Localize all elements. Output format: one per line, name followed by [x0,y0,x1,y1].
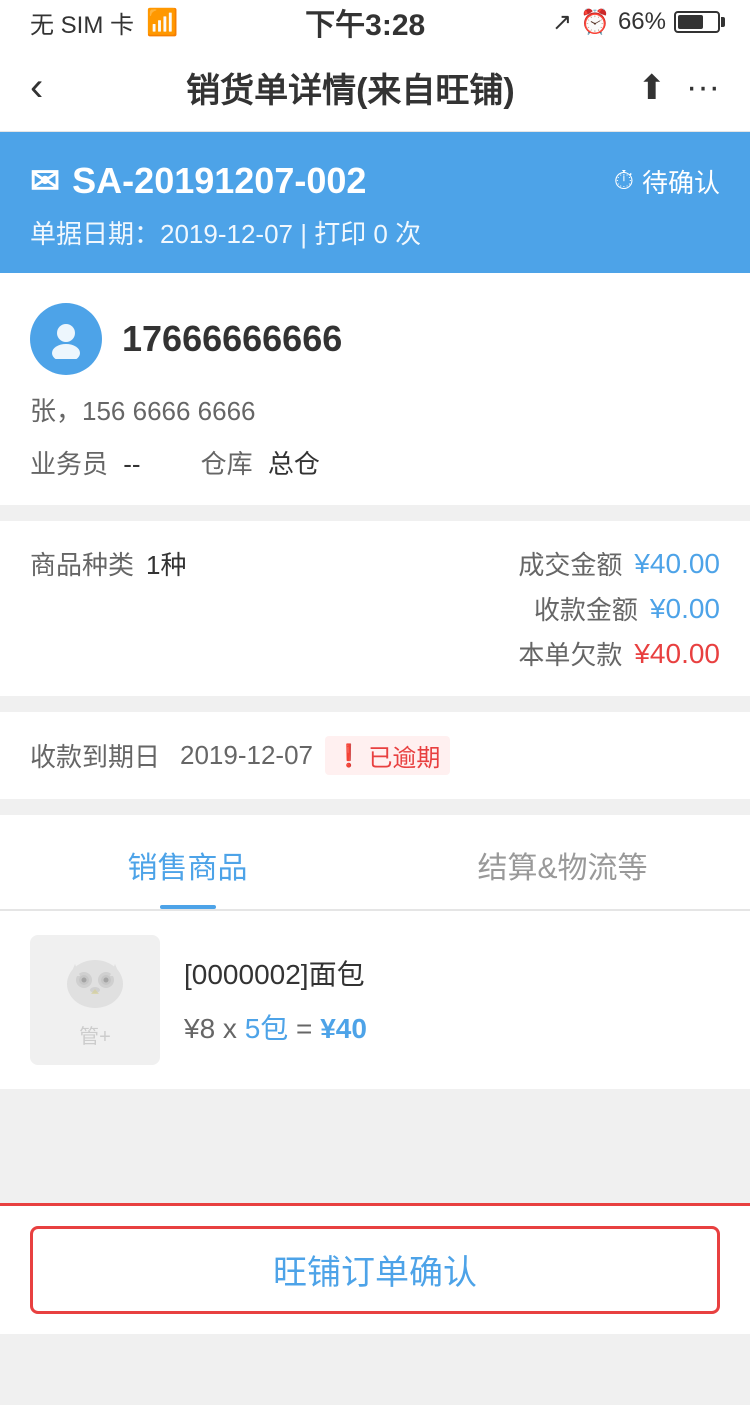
transaction-value: ¥40.00 [634,548,720,580]
order-id-text: SA-20191207-002 [72,160,366,202]
status-bar: 无 SIM 卡 📶 下午3:28 ↗ ⏰ 66% [0,0,750,44]
wifi-icon: 📶 [146,7,178,38]
status-clock-icon: ⏱ [614,165,634,197]
amounts-right: 成交金额 ¥40.00 收款金额 ¥0.00 本单欠款 ¥40.00 [518,545,720,672]
product-total: ¥40 [320,1013,367,1044]
battery-icon [674,11,720,33]
confirm-order-button[interactable]: 旺铺订单确认 [30,1226,720,1314]
share-icon[interactable]: ⬆ [638,68,667,108]
transaction-amount-row: 成交金额 ¥40.00 [518,545,720,582]
tabs-section: 销售商品 结算&物流等 [0,815,750,911]
status-left: 无 SIM 卡 📶 [30,5,178,40]
bottom-bar: 旺铺订单确认 [0,1203,750,1334]
order-id-row: ✉ SA-20191207-002 ⏱ 待确认 [30,160,720,202]
battery-percent: 66% [618,8,666,36]
product-price-row: ¥8 x 5包 = ¥40 [184,1007,720,1047]
time-display: 下午3:28 [305,0,425,44]
product-types-label: 商品种类 [30,545,134,582]
carrier-text: 无 SIM 卡 [30,5,134,40]
back-button[interactable]: ‹ [30,65,43,110]
overdue-warning-icon: ❗ [335,743,362,769]
product-item: 管+ [0000002]面包 ¥8 x 5包 = ¥40 [0,911,750,1089]
salesperson-label: 业务员 -- [30,444,141,481]
product-equals: = [288,1013,320,1044]
product-thumbnail: 管+ [30,935,160,1065]
page-title: 销货单详情(来自旺铺) [63,63,637,112]
customer-meta: 业务员 -- 仓库 总仓 [30,444,720,481]
customer-row: 17666666666 [30,303,720,375]
location-icon: ↗ [552,8,572,37]
transaction-label: 成交金额 [518,545,622,582]
alarm-icon: ⏰ [580,8,610,37]
status-text: 待确认 [642,163,720,200]
more-icon[interactable]: ··· [686,68,720,107]
tabs-row: 销售商品 结算&物流等 [0,815,750,911]
product-price: ¥8 x [184,1013,245,1044]
due-section: 收款到期日 2019-12-07 ❗ 已逾期 [0,712,750,799]
arrears-label: 本单欠款 [518,635,622,672]
warehouse-label: 仓库 总仓 [201,444,320,481]
nav-bar: ‹ 销货单详情(来自旺铺) ⬆ ··· [0,44,750,132]
collected-label: 收款金额 [534,590,638,627]
status-right: ↗ ⏰ 66% [552,8,720,37]
order-id: ✉ SA-20191207-002 [30,160,366,202]
order-envelope-icon: ✉ [30,160,60,202]
product-info: [0000002]面包 ¥8 x 5包 = ¥40 [184,953,720,1047]
nav-actions: ⬆ ··· [638,68,720,108]
product-types-value: 1种 [146,545,186,582]
amounts-section: 商品种类 1种 成交金额 ¥40.00 收款金额 ¥0.00 本单欠款 ¥40.… [0,521,750,696]
arrears-amount-row: 本单欠款 ¥40.00 [518,635,720,672]
avatar [30,303,102,375]
tab-settlement-logistics[interactable]: 结算&物流等 [375,815,750,909]
due-date-label: 收款到期日 [30,737,160,774]
product-types: 商品种类 1种 [30,545,518,582]
overdue-text: 已逾期 [368,738,440,773]
order-header: ✉ SA-20191207-002 ⏱ 待确认 单据日期：2019-12-07 … [0,132,750,273]
collected-value: ¥0.00 [650,593,720,625]
customer-detail: 张，156 6666 6666 [30,391,720,428]
collected-amount-row: 收款金额 ¥0.00 [534,590,720,627]
product-quantity: 5包 [245,1013,289,1044]
arrears-value: ¥40.00 [634,638,720,670]
customer-phone: 17666666666 [122,318,342,360]
order-status: ⏱ 待确认 [614,163,720,200]
tab-sales-products[interactable]: 销售商品 [0,815,375,909]
customer-section: 17666666666 张，156 6666 6666 业务员 -- 仓库 总仓 [0,273,750,505]
overdue-badge: ❗ 已逾期 [325,736,450,775]
order-date: 单据日期：2019-12-07 | 打印 0 次 [30,214,720,251]
due-date-value: 2019-12-07 [180,740,313,771]
product-name: [0000002]面包 [184,953,720,993]
